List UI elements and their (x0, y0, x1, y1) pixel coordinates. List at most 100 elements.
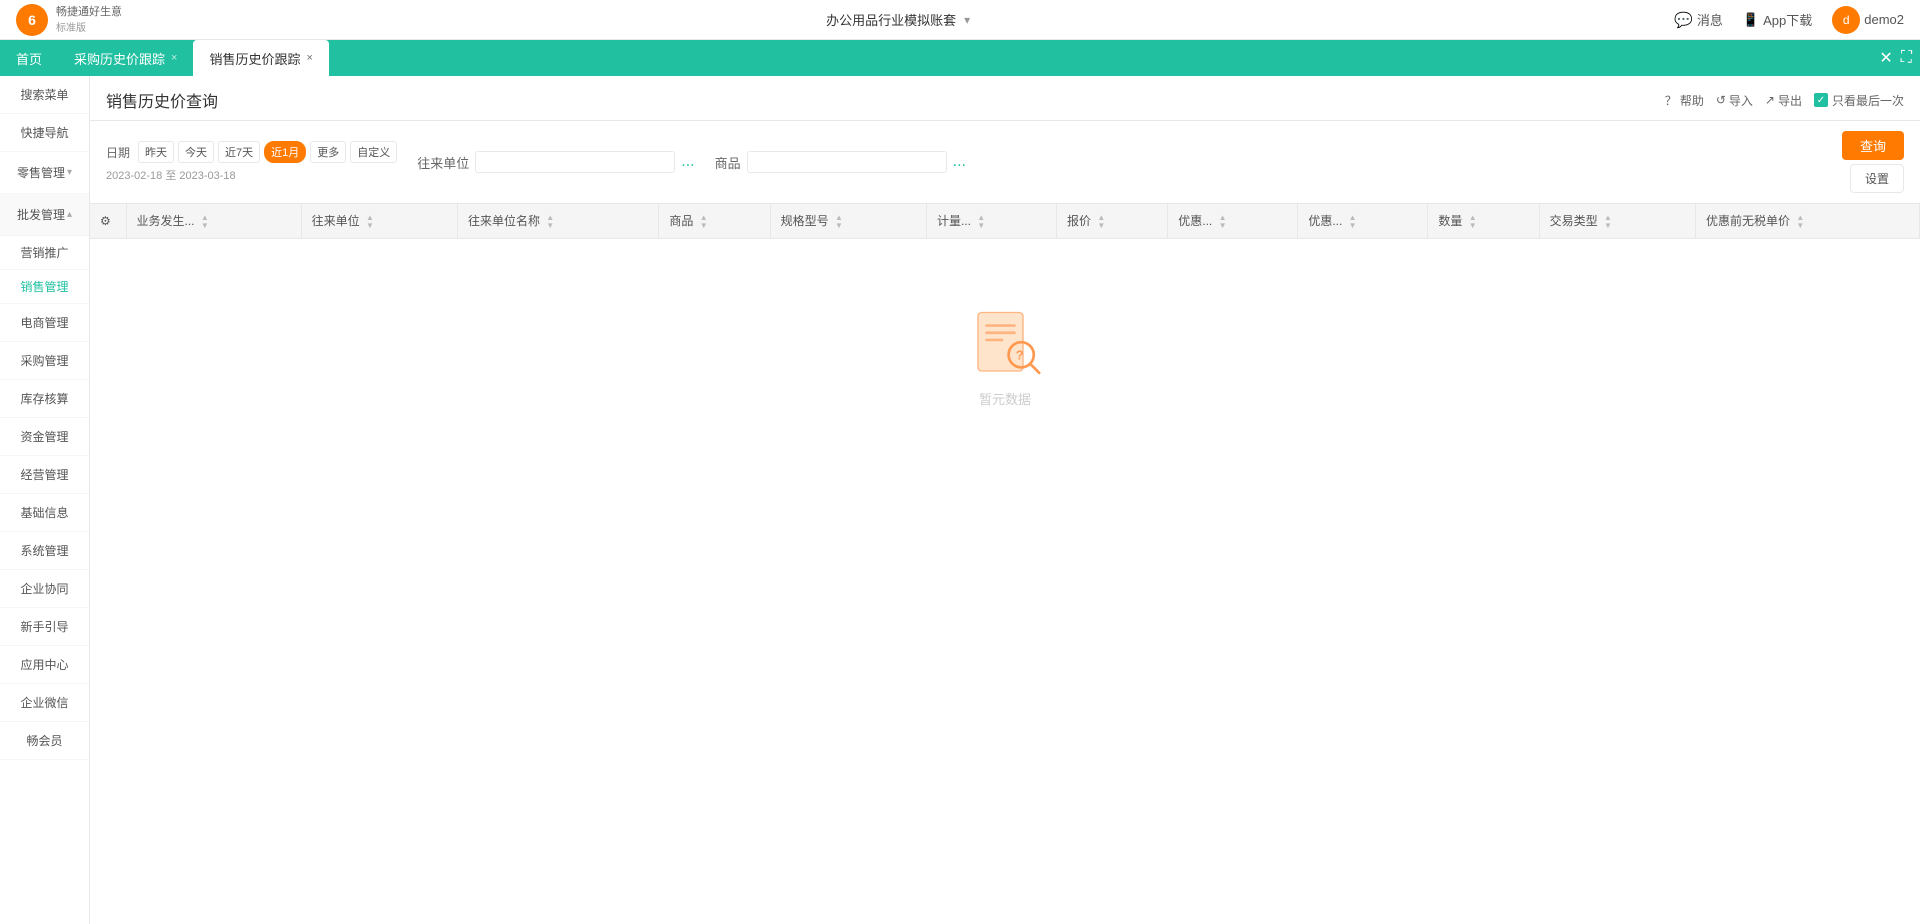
sort-icon-price: ▲▼ (1097, 214, 1105, 230)
date-7days[interactable]: 近7天 (218, 141, 260, 163)
message-button[interactable]: 💬 消息 (1674, 10, 1723, 29)
col-price[interactable]: 报价 ▲▼ (1056, 204, 1167, 238)
help-icon: ？ (1665, 92, 1677, 109)
help-button[interactable]: ？ 帮助 (1665, 92, 1704, 109)
col-pretax-price-label: 优惠前无税单价 (1706, 214, 1790, 228)
col-partner-name[interactable]: 往来单位名称 ▲▼ (457, 204, 658, 238)
sidebar-item-enterprise[interactable]: 企业协同 (0, 570, 89, 608)
workspace-dropdown-icon[interactable]: ▾ (964, 13, 970, 27)
tab-home[interactable]: 首页 (0, 40, 58, 76)
app-download-button[interactable]: 📱 App下载 (1743, 10, 1812, 29)
col-price-label: 报价 (1067, 214, 1091, 228)
product-filter-group: 商品 ... (715, 151, 966, 173)
export-button[interactable]: ↗ 导出 (1765, 92, 1802, 109)
partner-input[interactable] (475, 151, 675, 173)
sidebar-item-basic[interactable]: 基础信息 (0, 494, 89, 532)
col-product[interactable]: 商品 ▲▼ (659, 204, 770, 238)
tab-close-all-icon[interactable]: ✕ (1879, 48, 1892, 68)
col-quantity[interactable]: 数量 ▲▼ (1428, 204, 1539, 238)
sidebar-item-marketing[interactable]: 营销推广 (0, 236, 89, 270)
enterprise-label: 企业协同 (20, 580, 68, 597)
sidebar-item-sales[interactable]: 销售管理 (0, 270, 89, 304)
col-business-date[interactable]: 业务发生... ▲▼ (126, 204, 301, 238)
date-filter-row: 日期 昨天 今天 近7天 近1月 更多 自定义 (106, 141, 397, 163)
sort-icon-discount2: ▲▼ (1349, 214, 1357, 230)
date-more[interactable]: 更多 (310, 141, 346, 163)
workspace-name: 办公用品行业模拟账套 (826, 10, 956, 29)
operations-label: 经营管理 (20, 466, 68, 483)
tab-sales-close-icon[interactable]: × (306, 52, 312, 64)
membership-label: 畅会员 (26, 732, 62, 749)
tab-bar: 首页 采购历史价跟踪 × 销售历史价跟踪 × ✕ ⛶ (0, 40, 1920, 76)
col-business-date-label: 业务发生... (137, 214, 195, 228)
sidebar-item-wholesale[interactable]: 批发管理 ▴ (0, 194, 89, 236)
date-1month[interactable]: 近1月 (264, 141, 306, 163)
col-discount1[interactable]: 优惠... ▲▼ (1168, 204, 1298, 238)
import-label: 导入 (1729, 92, 1753, 109)
settings-button[interactable]: 设置 (1850, 164, 1904, 193)
col-partner[interactable]: 往来单位 ▲▼ (301, 204, 457, 238)
import-button[interactable]: ↺ 导入 (1716, 92, 1753, 109)
date-range-display: 2023-02-18 至 2023-03-18 (106, 167, 397, 183)
empty-illustration: ? (960, 299, 1050, 389)
workspace-selector[interactable]: 办公用品行业模拟账套 ▾ (826, 10, 970, 29)
date-custom[interactable]: 自定义 (350, 141, 397, 163)
newuser-label: 新手引导 (20, 618, 68, 635)
sort-icon-pretax: ▲▼ (1796, 214, 1804, 230)
product-label: 商品 (715, 153, 741, 172)
sidebar-item-operations[interactable]: 经营管理 (0, 456, 89, 494)
only-last-checkbox[interactable]: ✓ 只看最后一次 (1814, 92, 1904, 109)
col-settings-icon[interactable]: ⚙ (100, 214, 111, 228)
svg-text:?: ? (1016, 348, 1024, 362)
sidebar-item-inventory[interactable]: 库存核算 (0, 380, 89, 418)
sidebar-item-search[interactable]: 搜索菜单 (0, 76, 89, 114)
col-partner-label: 往来单位 (312, 214, 360, 228)
sidebar-item-appcenter[interactable]: 应用中心 (0, 646, 89, 684)
filter-bar: 日期 昨天 今天 近7天 近1月 更多 自定义 2023-02-18 至 202… (90, 121, 1920, 204)
col-discount2[interactable]: 优惠... ▲▼ (1298, 204, 1428, 238)
product-input[interactable] (747, 151, 947, 173)
sidebar-item-ecommerce[interactable]: 电商管理 (0, 304, 89, 342)
date-label: 日期 (106, 144, 130, 161)
sort-icon-partnername: ▲▼ (546, 214, 554, 230)
sort-icon-spec: ▲▼ (835, 214, 843, 230)
sidebar-item-system[interactable]: 系统管理 (0, 532, 89, 570)
sidebar-item-membership[interactable]: 畅会员 (0, 722, 89, 760)
col-pretax-price[interactable]: 优惠前无税单价 ▲▼ (1695, 204, 1919, 238)
main-layout: 搜索菜单 快捷导航 零售管理 ▾ 批发管理 ▴ 营销推广 销售管理 电商管理 采… (0, 76, 1920, 924)
user-menu[interactable]: d demo2 (1832, 6, 1904, 34)
sidebar-item-finance[interactable]: 资金管理 (0, 418, 89, 456)
partner-dots[interactable]: ... (681, 153, 694, 171)
sidebar-item-shortcuts[interactable]: 快捷导航 (0, 114, 89, 152)
username: demo2 (1864, 12, 1904, 27)
col-partner-name-label: 往来单位名称 (468, 214, 540, 228)
col-discount1-label: 优惠... (1178, 214, 1212, 228)
help-label: 帮助 (1680, 92, 1704, 109)
logo-text-group: 畅捷通好生意 标准版 (56, 5, 122, 34)
tab-purchase-history[interactable]: 采购历史价跟踪 × (58, 40, 193, 76)
col-trade-type-label: 交易类型 (1550, 214, 1598, 228)
finance-label: 资金管理 (20, 428, 68, 445)
data-table: ⚙ 业务发生... ▲▼ 往来单位 ▲▼ 往来单位名称 ▲▼ (90, 204, 1920, 239)
query-button[interactable]: 查询 (1842, 131, 1904, 160)
col-spec[interactable]: 规格型号 ▲▼ (770, 204, 926, 238)
product-dots[interactable]: ... (953, 153, 966, 171)
col-settings[interactable]: ⚙ (90, 204, 126, 238)
sidebar-item-newuser[interactable]: 新手引导 (0, 608, 89, 646)
sort-icon-unit: ▲▼ (977, 214, 985, 230)
sidebar-item-retail[interactable]: 零售管理 ▾ (0, 152, 89, 194)
tab-purchase-history-label: 采购历史价跟踪 (74, 49, 165, 68)
col-trade-type[interactable]: 交易类型 ▲▼ (1539, 204, 1695, 238)
col-unit[interactable]: 计量... ▲▼ (926, 204, 1056, 238)
empty-state: ? 暂元数据 (90, 239, 1920, 468)
tab-maximize-icon[interactable]: ⛶ (1901, 49, 1912, 67)
sidebar-item-purchase[interactable]: 采购管理 (0, 342, 89, 380)
header-right: 💬 消息 📱 App下载 d demo2 (1674, 6, 1904, 34)
tab-sales-history[interactable]: 销售历史价跟踪 × (193, 40, 328, 76)
sidebar-item-wechat[interactable]: 企业微信 (0, 684, 89, 722)
export-icon: ↗ (1765, 93, 1775, 107)
tab-purchase-close-icon[interactable]: × (171, 52, 177, 64)
date-today[interactable]: 今天 (178, 141, 214, 163)
date-yesterday[interactable]: 昨天 (138, 141, 174, 163)
retail-arrow-icon: ▾ (67, 167, 72, 178)
